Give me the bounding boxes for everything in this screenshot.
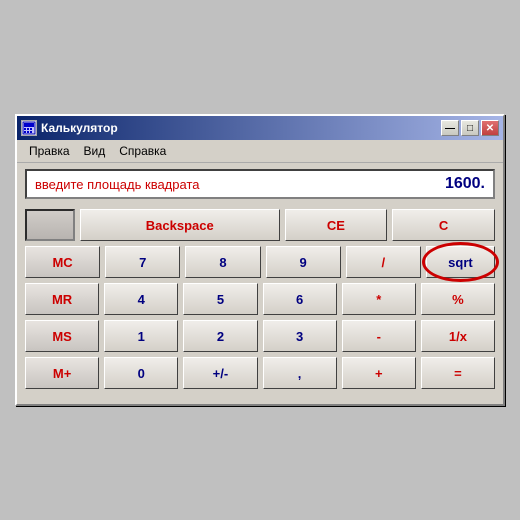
mplus-button[interactable]: M+ xyxy=(25,357,99,389)
sqrt-button[interactable]: sqrt xyxy=(426,246,495,278)
multiply-button[interactable]: * xyxy=(342,283,416,315)
percent-button[interactable]: % xyxy=(421,283,495,315)
minimize-button[interactable]: — xyxy=(441,120,459,136)
menu-spravka[interactable]: Справка xyxy=(113,142,172,160)
app-icon xyxy=(21,120,37,136)
mc-button[interactable]: MC xyxy=(25,246,100,278)
decimal-button[interactable]: , xyxy=(263,357,337,389)
menu-vid[interactable]: Вид xyxy=(78,142,112,160)
n6-button[interactable]: 6 xyxy=(263,283,337,315)
button-row-1: Backspace CE C xyxy=(25,209,495,241)
equals-button[interactable]: = xyxy=(421,357,495,389)
menu-pravka[interactable]: Правка xyxy=(23,142,76,160)
plus-button[interactable]: + xyxy=(342,357,416,389)
button-row-2: MC 7 8 9 / sqrt xyxy=(25,246,495,278)
plusminus-button[interactable]: +/- xyxy=(183,357,257,389)
backspace-button[interactable]: Backspace xyxy=(80,209,280,241)
memory-display xyxy=(25,209,75,241)
n0-button[interactable]: 0 xyxy=(104,357,178,389)
inverse-button[interactable]: 1/x xyxy=(421,320,495,352)
button-row-4: MS 1 2 3 - 1/x xyxy=(25,320,495,352)
n2-button[interactable]: 2 xyxy=(183,320,257,352)
title-buttons: — □ ✕ xyxy=(441,120,499,136)
button-row-3: MR 4 5 6 * % xyxy=(25,283,495,315)
title-bar: Калькулятор — □ ✕ xyxy=(17,116,503,140)
n4-button[interactable]: 4 xyxy=(104,283,178,315)
close-button[interactable]: ✕ xyxy=(481,120,499,136)
mr-button[interactable]: MR xyxy=(25,283,99,315)
maximize-button[interactable]: □ xyxy=(461,120,479,136)
n8-button[interactable]: 8 xyxy=(185,246,260,278)
c-button[interactable]: C xyxy=(392,209,495,241)
sqrt-container: sqrt xyxy=(426,246,495,278)
display-hint: введите площадь квадрата xyxy=(35,177,199,192)
ms-button[interactable]: MS xyxy=(25,320,99,352)
menu-bar: Правка Вид Справка xyxy=(17,140,503,163)
n1-button[interactable]: 1 xyxy=(104,320,178,352)
n3-button[interactable]: 3 xyxy=(263,320,337,352)
ce-button[interactable]: CE xyxy=(285,209,388,241)
display-area: введите площадь квадрата 1600. xyxy=(25,169,495,199)
divide-button[interactable]: / xyxy=(346,246,421,278)
button-row-5: M+ 0 +/- , + = xyxy=(25,357,495,389)
n5-button[interactable]: 5 xyxy=(183,283,257,315)
calculator-window: Калькулятор — □ ✕ Правка Вид Справка вве… xyxy=(15,114,505,406)
calc-body: Backspace CE C MC 7 8 9 / sqrt MR 4 5 6 … xyxy=(17,203,503,404)
title-text: Калькулятор xyxy=(41,121,118,135)
display-value: 1600. xyxy=(445,175,485,193)
n7-button[interactable]: 7 xyxy=(105,246,180,278)
title-bar-left: Калькулятор xyxy=(21,120,118,136)
minus-button[interactable]: - xyxy=(342,320,416,352)
n9-button[interactable]: 9 xyxy=(266,246,341,278)
